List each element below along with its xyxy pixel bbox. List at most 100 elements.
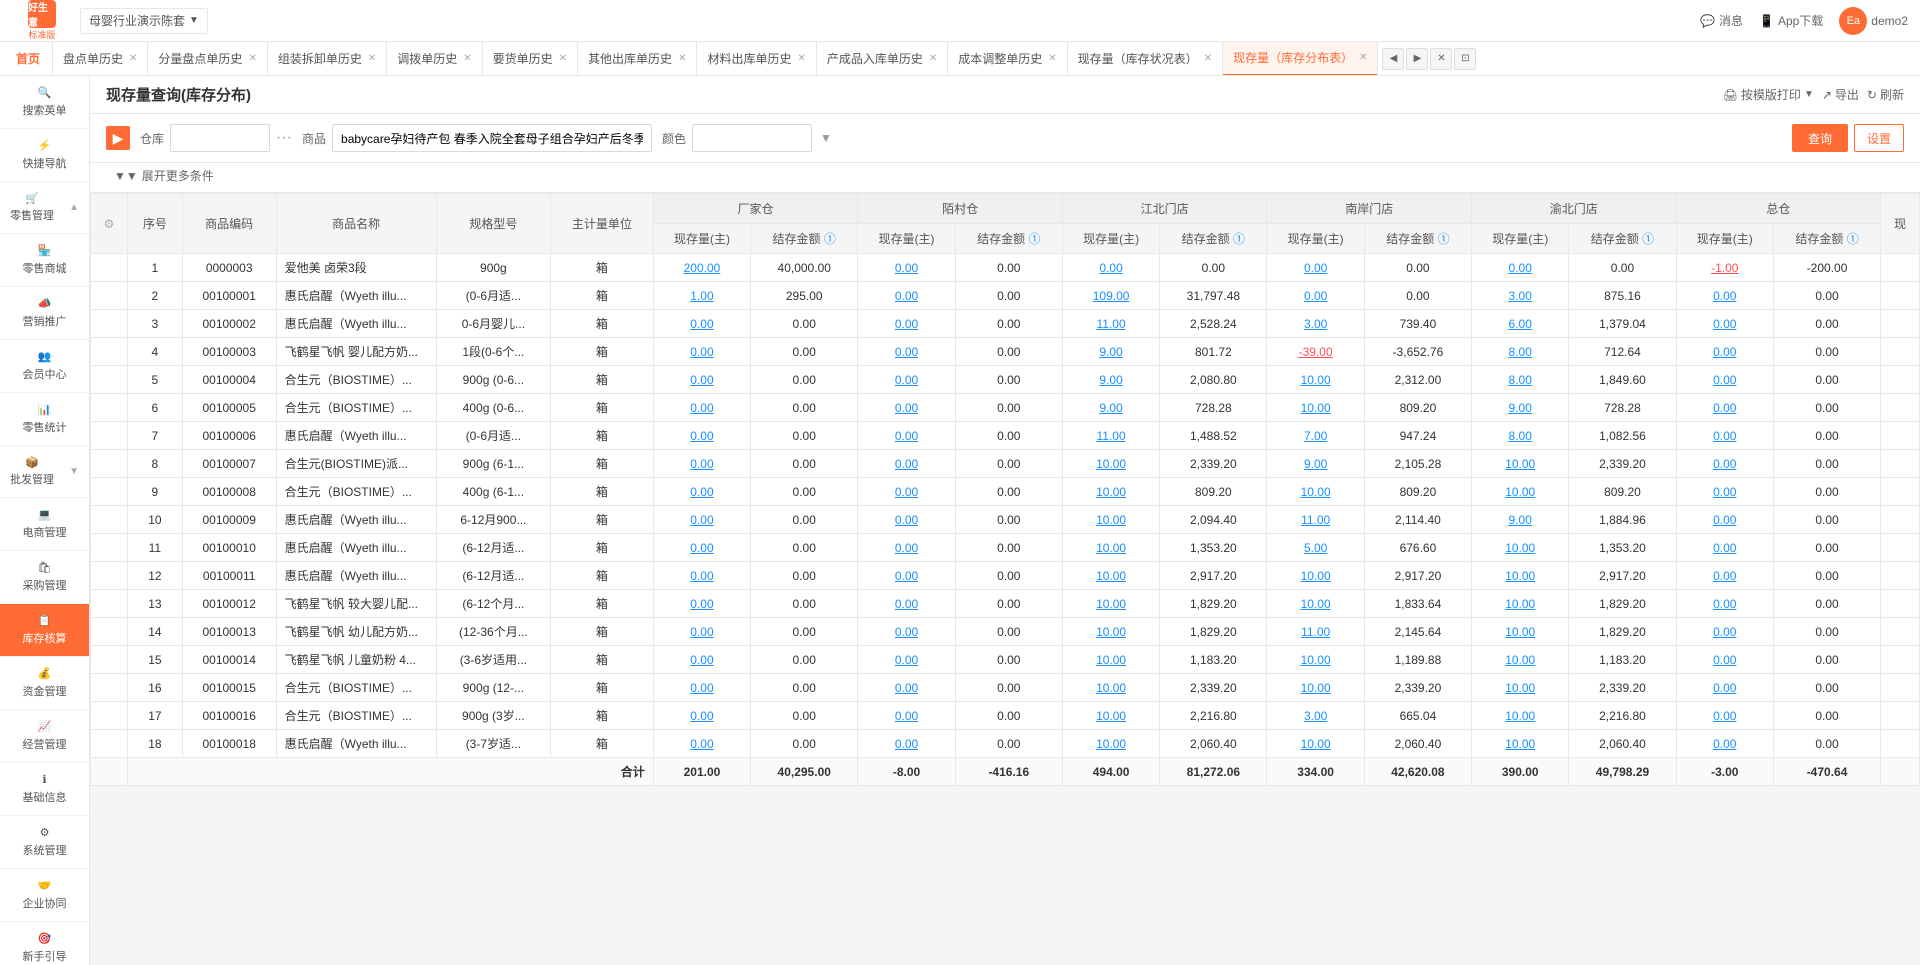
tab-10[interactable]: 现存量（库存状况表） ✕ [1068,42,1223,76]
cell-cj-qty[interactable]: 200.00 [653,254,750,282]
cell-mc-qty[interactable]: 0.00 [858,450,955,478]
filter-expand-btn[interactable]: ▼▼ 展开更多条件 [114,167,1904,184]
cell-total-qty[interactable]: 0.00 [1676,534,1773,562]
tab-2-close[interactable]: ✕ [248,53,256,64]
cell-jb-qty[interactable]: 10.00 [1062,646,1159,674]
cell-yb-qty[interactable]: 10.00 [1472,646,1569,674]
cell-mc-qty[interactable]: 0.00 [858,590,955,618]
cell-mc-qty[interactable]: 0.00 [858,506,955,534]
tab-5-close[interactable]: ✕ [559,53,567,64]
cell-total-qty[interactable]: 0.00 [1676,282,1773,310]
tab-nav-expand[interactable]: ⊡ [1454,48,1476,70]
cell-cj-qty[interactable]: 0.00 [653,450,750,478]
tab-6[interactable]: 其他出库单历史 ✕ [578,42,697,76]
cell-jb-qty[interactable]: 9.00 [1062,394,1159,422]
query-btn[interactable]: 查询 [1792,124,1848,152]
sidebar-item-quicknav[interactable]: ⚡ 快捷导航 [0,129,89,182]
cell-total-qty[interactable]: 0.00 [1676,702,1773,730]
tab-1-close[interactable]: ✕ [129,53,137,64]
cell-jb-qty[interactable]: 10.00 [1062,506,1159,534]
tab-11-close[interactable]: ✕ [1359,52,1367,63]
cell-total-qty[interactable]: 0.00 [1676,674,1773,702]
cell-total-qty[interactable]: 0.00 [1676,310,1773,338]
cell-yb-qty[interactable]: 0.00 [1472,254,1569,282]
cell-yb-qty[interactable]: 8.00 [1472,338,1569,366]
tab-10-close[interactable]: ✕ [1204,53,1212,64]
cell-cj-qty[interactable]: 0.00 [653,394,750,422]
cell-mc-qty[interactable]: 0.00 [858,478,955,506]
cell-na-qty[interactable]: 3.00 [1267,310,1364,338]
tab-9-close[interactable]: ✕ [1048,53,1056,64]
cell-yb-qty[interactable]: 10.00 [1472,674,1569,702]
cell-yb-qty[interactable]: 10.00 [1472,450,1569,478]
app-download-btn[interactable]: 📱 App下载 [1759,12,1823,29]
cell-yb-qty[interactable]: 10.00 [1472,702,1569,730]
message-btn[interactable]: 💬 消息 [1700,12,1743,29]
warehouse-dots-icon[interactable]: ··· [276,129,292,147]
tab-4-close[interactable]: ✕ [463,53,471,64]
tab-7-close[interactable]: ✕ [797,53,805,64]
cell-jb-qty[interactable]: 10.00 [1062,730,1159,758]
cell-na-qty[interactable]: 0.00 [1267,282,1364,310]
cell-mc-qty[interactable]: 0.00 [858,618,955,646]
tab-1[interactable]: 盘点单历史 ✕ [53,42,148,76]
sidebar-item-ecom[interactable]: 💻 电商管理 [0,498,89,551]
cell-yb-qty[interactable]: 6.00 [1472,310,1569,338]
cell-cj-qty[interactable]: 0.00 [653,366,750,394]
tab-5[interactable]: 要货单历史 ✕ [483,42,578,76]
sidebar-item-wholesale[interactable]: 📦 批发管理 ▼ [0,446,89,498]
cell-total-qty[interactable]: 0.00 [1676,646,1773,674]
cell-na-qty[interactable]: 0.00 [1267,254,1364,282]
cell-cj-qty[interactable]: 0.00 [653,310,750,338]
cell-total-qty[interactable]: 0.00 [1676,450,1773,478]
cell-mc-qty[interactable]: 0.00 [858,394,955,422]
table-container[interactable]: ⚙ 序号 商品编码 商品名称 规格型号 主计量单位 厂家仓 陌村仓 江北门店 南… [90,193,1920,965]
cell-mc-qty[interactable]: 0.00 [858,562,955,590]
cell-na-qty[interactable]: 10.00 [1267,674,1364,702]
cell-jb-qty[interactable]: 10.00 [1062,618,1159,646]
cell-total-qty[interactable]: 0.00 [1676,338,1773,366]
cell-cj-qty[interactable]: 0.00 [653,478,750,506]
cell-total-qty[interactable]: 0.00 [1676,478,1773,506]
cell-na-qty[interactable]: 10.00 [1267,730,1364,758]
cell-jb-qty[interactable]: 10.00 [1062,534,1159,562]
cell-cj-qty[interactable]: 0.00 [653,618,750,646]
tab-3[interactable]: 组装拆卸单历史 ✕ [268,42,387,76]
print-btn[interactable]: 🖨 按模版打印 ▼ [1723,86,1814,103]
cell-mc-qty[interactable]: 0.00 [858,674,955,702]
cell-yb-qty[interactable]: 9.00 [1472,506,1569,534]
sidebar-item-guide[interactable]: 🎯 新手引导 [0,922,89,965]
sidebar-item-finance[interactable]: 💰 资金管理 [0,657,89,710]
cell-yb-qty[interactable]: 10.00 [1472,478,1569,506]
sidebar-item-retail-mall[interactable]: 🏪 零售商城 [0,234,89,287]
sidebar-item-operation[interactable]: 📈 经营管理 [0,710,89,763]
cell-mc-qty[interactable]: 0.00 [858,338,955,366]
cell-cj-qty[interactable]: 0.00 [653,534,750,562]
cell-jb-qty[interactable]: 10.00 [1062,562,1159,590]
sidebar-item-inventory[interactable]: 📋 库存核算 [0,604,89,657]
cell-mc-qty[interactable]: 0.00 [858,702,955,730]
cell-na-qty[interactable]: 10.00 [1267,366,1364,394]
cell-total-qty[interactable]: 0.00 [1676,730,1773,758]
tab-11[interactable]: 现存量（库存分布表） ✕ [1223,42,1378,76]
sidebar-item-member[interactable]: 👥 会员中心 [0,340,89,393]
sidebar-item-retail-stats[interactable]: 📊 零售统计 [0,393,89,446]
tab-3-close[interactable]: ✕ [368,53,376,64]
cell-na-qty[interactable]: 11.00 [1267,506,1364,534]
refresh-btn[interactable]: ↻ 刷新 [1867,86,1904,103]
cell-jb-qty[interactable]: 10.00 [1062,590,1159,618]
cell-jb-qty[interactable]: 11.00 [1062,422,1159,450]
cell-na-qty[interactable]: 3.00 [1267,702,1364,730]
cell-jb-qty[interactable]: 11.00 [1062,310,1159,338]
cell-yb-qty[interactable]: 8.00 [1472,422,1569,450]
cell-na-qty[interactable]: 10.00 [1267,394,1364,422]
cell-yb-qty[interactable]: 10.00 [1472,562,1569,590]
filter-toggle-btn[interactable]: ▶ [106,126,130,150]
sidebar-item-system[interactable]: ⚙ 系统管理 [0,816,89,869]
tab-4[interactable]: 调拨单历史 ✕ [387,42,482,76]
cell-cj-qty[interactable]: 0.00 [653,562,750,590]
cell-yb-qty[interactable]: 10.00 [1472,730,1569,758]
cell-total-qty[interactable]: 0.00 [1676,366,1773,394]
tab-8[interactable]: 产成品入库单历史 ✕ [817,42,948,76]
cell-mc-qty[interactable]: 0.00 [858,534,955,562]
